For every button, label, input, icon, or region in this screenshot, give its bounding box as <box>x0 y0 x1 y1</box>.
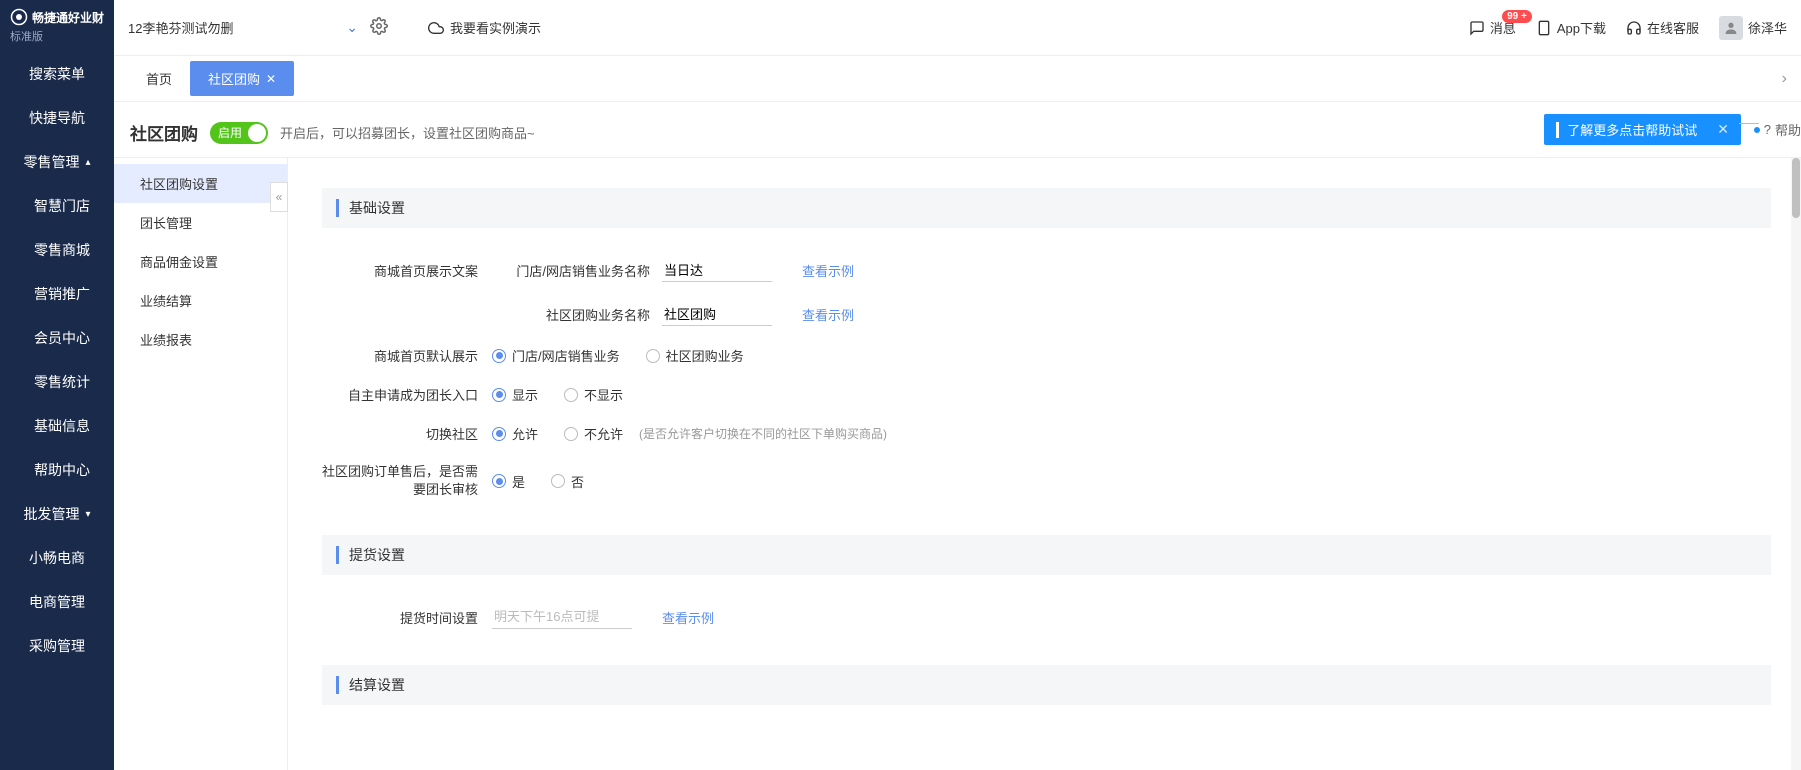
link-view-example-3[interactable]: 查看示例 <box>662 608 714 627</box>
submenu-leader[interactable]: 团长管理 <box>114 203 287 242</box>
enable-toggle[interactable]: 启用 <box>210 122 268 144</box>
tab-home[interactable]: 首页 <box>128 61 190 96</box>
tab-community-group[interactable]: 社区团购 ✕ <box>190 61 294 96</box>
label-homepage-text: 商城首页展示文案 <box>322 261 492 280</box>
radio-hide[interactable]: 不显示 <box>564 385 623 404</box>
nav-basic-info[interactable]: 基础信息 <box>0 404 114 448</box>
radio-icon <box>646 349 660 363</box>
scrollbar-thumb[interactable] <box>1792 158 1800 218</box>
submenu-settings[interactable]: 社区团购设置 <box>114 164 287 203</box>
settings-area: 基础设置 商城首页展示文案 门店/网店销售业务名称 查看示例 社区团购业务名称 <box>288 158 1801 770</box>
nav-quick[interactable]: 快捷导航 <box>0 96 114 140</box>
input-community-name[interactable] <box>662 302 772 326</box>
label-store-sales-name: 门店/网店销售业务名称 <box>492 261 662 280</box>
toggle-knob <box>248 124 266 142</box>
nav-search[interactable]: 搜索菜单 <box>0 52 114 96</box>
topbar: 12李艳芬测试勿删 ⌄ 我要看实例演示 消息 99 + App下载 <box>114 0 1801 56</box>
input-store-sales-name[interactable] <box>662 258 772 282</box>
message-icon <box>1469 20 1485 36</box>
nav-xiaochang[interactable]: 小畅电商 <box>0 536 114 580</box>
chevron-down-icon: ⌄ <box>346 19 358 36</box>
org-dropdown[interactable]: 12李艳芬测试勿删 ⌄ <box>128 18 358 37</box>
page-header: 社区团购 启用 开启后，可以招募团长，设置社区团购商品~ 了解更多点击帮助试试 … <box>114 102 1801 157</box>
brand-name: 畅捷通好业财 <box>32 9 104 26</box>
phone-icon <box>1536 20 1552 36</box>
brand-logo-icon <box>10 8 28 26</box>
tabs-bar: 首页 社区团购 ✕ › <box>114 56 1801 102</box>
label-self-apply: 自主申请成为团长入口 <box>322 385 492 404</box>
link-view-example-1[interactable]: 查看示例 <box>802 261 854 280</box>
caret-up-icon: ▴ <box>85 157 90 168</box>
nav-smart-store[interactable]: 智慧门店 <box>0 184 114 228</box>
submenu-settlement[interactable]: 业绩结算 <box>114 281 287 320</box>
input-pickup-time[interactable] <box>492 605 632 629</box>
message-badge: 99 + <box>1502 10 1532 23</box>
help-link[interactable]: ? 帮助 <box>1754 120 1801 139</box>
nav-retail-mall[interactable]: 零售商城 <box>0 228 114 272</box>
section-title-pickup: 提货设置 <box>349 545 405 565</box>
section-title-basic: 基础设置 <box>349 198 405 218</box>
section-settle: 结算设置 <box>322 665 1771 705</box>
demo-link[interactable]: 我要看实例演示 <box>428 18 541 37</box>
logo-area: 畅捷通好业财 标准版 <box>0 0 114 52</box>
hint-switch: (是否允许客户切换在不同的社区下单购买商品) <box>639 425 887 442</box>
brand-edition: 标准版 <box>10 28 43 44</box>
radio-show[interactable]: 显示 <box>492 385 538 404</box>
submenu-commission[interactable]: 商品佣金设置 <box>114 242 287 281</box>
label-switch-community: 切换社区 <box>322 424 492 443</box>
nav-wholesale[interactable]: 批发管理▾ <box>0 492 114 536</box>
messages-button[interactable]: 消息 99 + <box>1469 18 1516 37</box>
user-menu[interactable]: 徐泽华 <box>1719 16 1787 40</box>
radio-disallow[interactable]: 不允许 <box>564 424 623 443</box>
section-title-settle: 结算设置 <box>349 675 405 695</box>
label-pickup-time: 提货时间设置 <box>322 608 492 627</box>
settings-icon[interactable] <box>370 17 388 38</box>
radio-yes[interactable]: 是 <box>492 472 525 491</box>
nav-ecommerce[interactable]: 电商管理 <box>0 580 114 624</box>
nav-help-center[interactable]: 帮助中心 <box>0 448 114 492</box>
label-community-name: 社区团购业务名称 <box>492 305 662 324</box>
radio-community-sales[interactable]: 社区团购业务 <box>646 346 744 365</box>
app-download-button[interactable]: App下载 <box>1536 18 1606 37</box>
radio-store-sales[interactable]: 门店/网店销售业务 <box>492 346 620 365</box>
radio-icon <box>564 427 578 441</box>
radio-icon <box>492 427 506 441</box>
avatar-icon <box>1719 16 1743 40</box>
tabs-expand-icon[interactable]: › <box>1782 70 1787 88</box>
dot-icon <box>1754 127 1760 133</box>
banner-close-icon[interactable]: ✕ <box>1717 121 1729 138</box>
close-icon[interactable]: ✕ <box>266 72 276 86</box>
nav-marketing[interactable]: 营销推广 <box>0 272 114 316</box>
headset-icon <box>1626 20 1642 36</box>
cloud-icon <box>428 20 444 36</box>
radio-icon <box>551 474 565 488</box>
section-basic: 基础设置 商城首页展示文案 门店/网店销售业务名称 查看示例 社区团购业务名称 <box>322 188 1771 499</box>
label-default-display: 商城首页默认展示 <box>322 346 492 365</box>
submenu-report[interactable]: 业绩报表 <box>114 320 287 359</box>
help-banner[interactable]: 了解更多点击帮助试试 ✕ <box>1544 114 1741 145</box>
section-pickup: 提货设置 提货时间设置 查看示例 <box>322 535 1771 629</box>
label-aftersale-review: 社区团购订单售后，是否需要团长审核 <box>322 463 492 499</box>
radio-icon <box>492 474 506 488</box>
page-title: 社区团购 <box>130 120 198 145</box>
radio-icon <box>492 349 506 363</box>
radio-icon <box>492 388 506 402</box>
nav-retail[interactable]: 零售管理▴ <box>0 140 114 184</box>
nav-member[interactable]: 会员中心 <box>0 316 114 360</box>
sidebar: 畅捷通好业财 标准版 搜索菜单 快捷导航 零售管理▴ 智慧门店 零售商城 营销推… <box>0 0 114 770</box>
org-name: 12李艳芬测试勿删 <box>128 18 338 37</box>
nav-retail-stats[interactable]: 零售统计 <box>0 360 114 404</box>
nav-purchase[interactable]: 采购管理 <box>0 624 114 668</box>
link-view-example-2[interactable]: 查看示例 <box>802 305 854 324</box>
scrollbar-track[interactable] <box>1791 158 1801 770</box>
submenu: 社区团购设置 团长管理 商品佣金设置 业绩结算 业绩报表 « <box>114 158 288 770</box>
radio-no[interactable]: 否 <box>551 472 584 491</box>
radio-allow[interactable]: 允许 <box>492 424 538 443</box>
page-desc: 开启后，可以招募团长，设置社区团购商品~ <box>280 123 535 142</box>
radio-icon <box>564 388 578 402</box>
caret-down-icon: ▾ <box>85 509 90 520</box>
collapse-submenu-icon[interactable]: « <box>270 182 288 212</box>
online-service-button[interactable]: 在线客服 <box>1626 18 1699 37</box>
